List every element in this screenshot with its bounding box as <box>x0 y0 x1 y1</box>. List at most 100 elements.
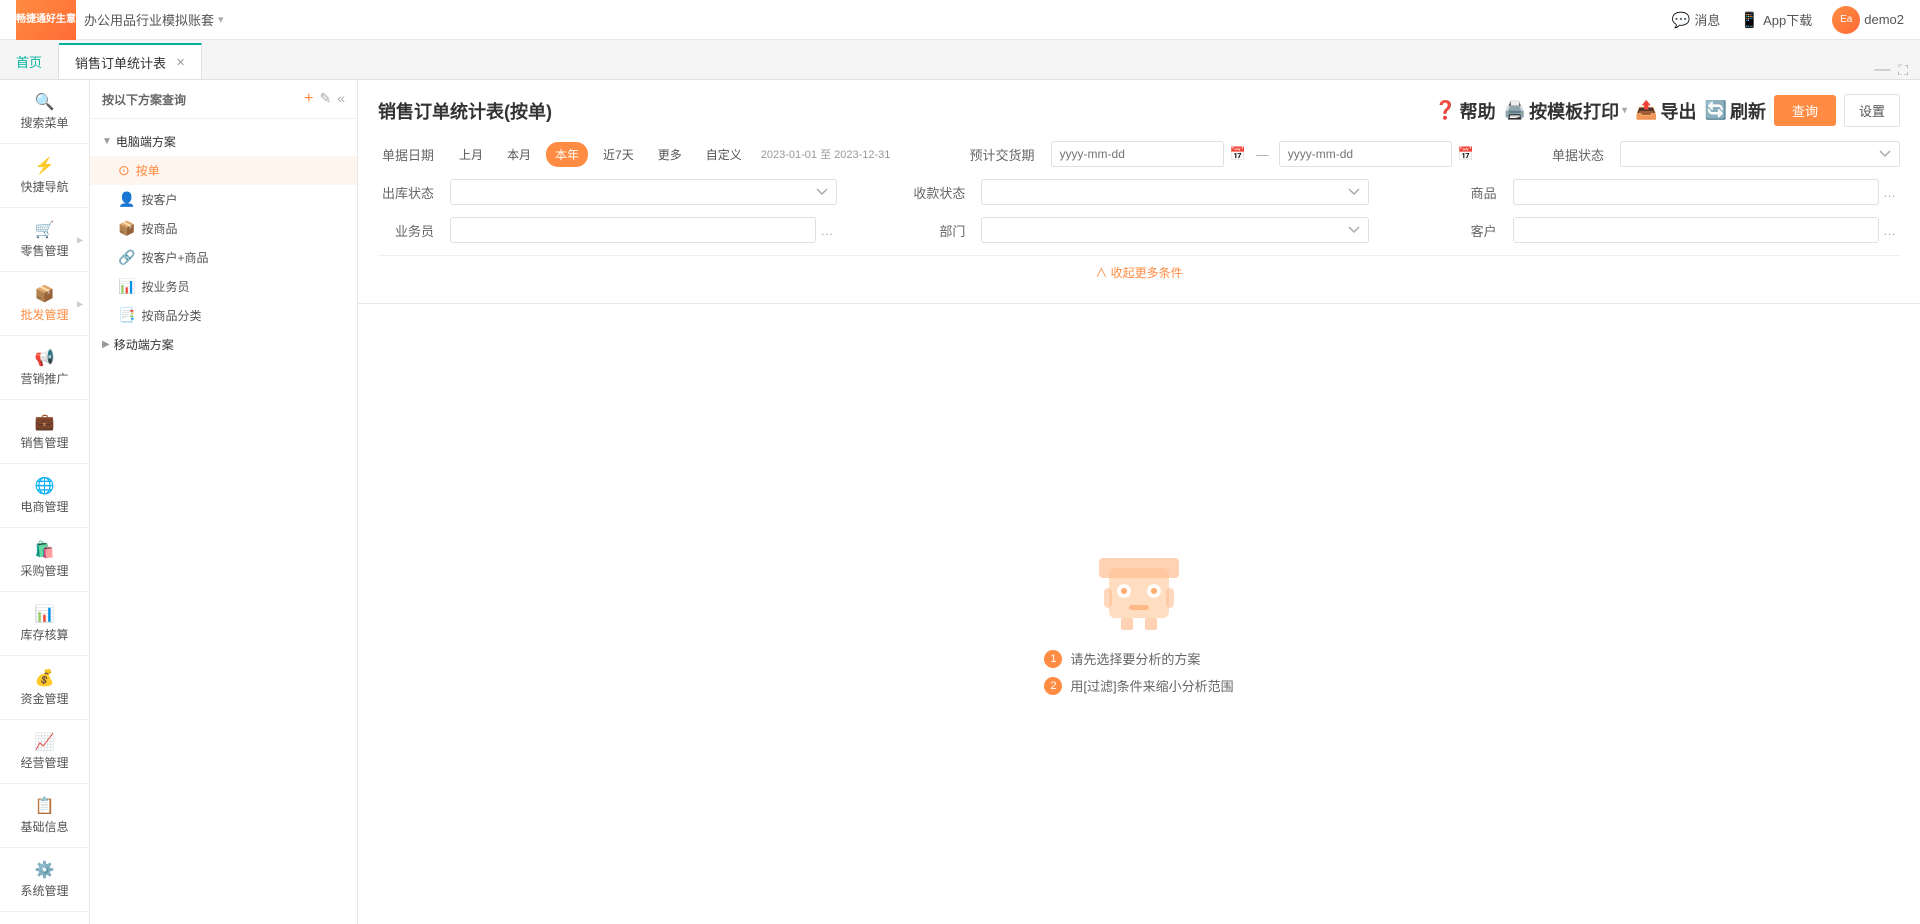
sidebar-item-search-menu[interactable]: 🔍 搜索菜单 <box>0 80 89 144</box>
collapse-panel-btn[interactable]: « <box>337 90 345 108</box>
sidebar-item-marketing[interactable]: 📢 营销推广 <box>0 336 89 400</box>
print-label: 按模板打印 <box>1529 98 1619 124</box>
add-scheme-btn[interactable]: + <box>304 90 313 108</box>
tip-num-1: 1 <box>1044 650 1062 668</box>
delivery-status-select[interactable] <box>450 179 837 205</box>
sidebar-item-label-finance: 资金管理 <box>20 690 68 707</box>
calendar-from-icon[interactable]: 📅 <box>1230 146 1246 162</box>
scheme-item-by-customer[interactable]: 👤 按客户 <box>90 185 357 214</box>
empty-svg <box>1079 533 1199 633</box>
edit-scheme-btn[interactable]: ✎ <box>319 90 331 108</box>
customer-input[interactable] <box>1513 217 1879 243</box>
help-btn[interactable]: ❓ 帮助 <box>1434 98 1495 124</box>
date-to-input[interactable] <box>1279 141 1452 167</box>
sidebar-item-quick-nav[interactable]: ⚡ 快捷导航 <box>0 144 89 208</box>
export-btn[interactable]: 📤 导出 <box>1635 98 1696 124</box>
calendar-to-icon[interactable]: 📅 <box>1458 146 1474 162</box>
date-btn-last-month[interactable]: 上月 <box>450 142 492 167</box>
window-minimize-icon[interactable]: — <box>1874 61 1890 79</box>
by-order-icon: ⊙ <box>118 162 130 179</box>
order-status-select[interactable] <box>1620 141 1900 167</box>
refresh-icon: 🔄 <box>1705 100 1727 121</box>
ecommerce-icon: 🌐 <box>35 476 55 496</box>
topbar-left: 畅捷通好生意 办公用品行业模拟账套 ▾ <box>16 0 224 40</box>
sidebar-item-system[interactable]: ⚙️ 系统管理 <box>0 848 89 912</box>
salesperson-input[interactable] <box>450 217 816 243</box>
search-menu-icon: 🔍 <box>35 92 55 112</box>
goods-more-btn[interactable]: … <box>1879 185 1900 200</box>
retail-icon: 🛒 <box>35 220 55 240</box>
tab-home[interactable]: 首页 <box>0 43 59 79</box>
finance-icon: 💰 <box>35 668 55 688</box>
query-button[interactable]: 查询 <box>1774 95 1836 126</box>
sidebar-item-inventory[interactable]: 📊 库存核算 <box>0 592 89 656</box>
refresh-btn[interactable]: 🔄 刷新 <box>1705 98 1766 124</box>
sidebar-item-label-system: 系统管理 <box>20 882 68 899</box>
print-icon: 🖨️ <box>1504 100 1526 121</box>
date-btn-this-month[interactable]: 本月 <box>498 142 540 167</box>
date-btn-custom[interactable]: 自定义 <box>697 142 751 167</box>
scheme-group-pc-header[interactable]: ▼ 电脑端方案 <box>90 127 357 156</box>
sidebar-item-operations[interactable]: 📈 经营管理 <box>0 720 89 784</box>
left-panel-title: 按以下方案查询 <box>102 91 186 108</box>
scheme-group-pc-label: 电脑端方案 <box>116 133 176 150</box>
wholesale-icon: 📦 <box>35 284 55 304</box>
settings-button[interactable]: 设置 <box>1844 94 1900 127</box>
empty-illustration <box>1079 533 1199 633</box>
tab-home-label: 首页 <box>16 52 42 71</box>
salesperson-more-btn[interactable]: … <box>816 223 837 238</box>
sidebar-item-finance[interactable]: 💰 资金管理 <box>0 656 89 720</box>
date-from-input[interactable] <box>1051 141 1224 167</box>
scheme-list: ▼ 电脑端方案 ⊙ 按单 👤 按客户 📦 按商品 <box>90 119 357 924</box>
by-customer-icon: 👤 <box>118 191 135 208</box>
goods-input[interactable] <box>1513 179 1879 205</box>
order-status-label: 单据状态 <box>1548 145 1604 164</box>
print-dropdown-icon[interactable]: ▾ <box>1622 105 1627 116</box>
scheme-item-by-customer-product[interactable]: 🔗 按客户+商品 <box>90 243 357 272</box>
sidebar-item-corp-collab[interactable]: 🤝 企业协同 <box>0 912 89 924</box>
sidebar-item-label-ecommerce: 电商管理 <box>20 498 68 515</box>
topbar-dropdown-icon[interactable]: ▾ <box>218 13 224 26</box>
logo-text: 畅捷通好生意 <box>16 13 76 26</box>
page-title-dropdown[interactable]: 办公用品行业模拟账套 ▾ <box>84 10 224 29</box>
empty-state: 1 请先选择要分析的方案 2 用[过滤]条件来缩小分析范围 <box>358 304 1920 924</box>
department-select[interactable] <box>981 217 1368 243</box>
scheme-item-by-salesperson[interactable]: 📊 按业务员 <box>90 272 357 301</box>
date-btn-last-7-days[interactable]: 近7天 <box>594 142 643 167</box>
collapse-filters-btn[interactable]: ∧ 收起更多条件 <box>378 255 1900 289</box>
scheme-group-mobile-label: 移动端方案 <box>114 336 174 353</box>
app-download-btn[interactable]: 📱 App下载 <box>1740 10 1812 29</box>
message-btn[interactable]: 💬 消息 <box>1672 10 1721 29</box>
topbar-right: 💬 消息 📱 App下载 Ea demo2 <box>1672 6 1904 34</box>
marketing-icon: 📢 <box>35 348 55 368</box>
sidebar-item-label-retail: 零售管理 <box>20 242 68 259</box>
scheme-item-by-product-category[interactable]: 📑 按商品分类 <box>90 301 357 330</box>
tab-sales-order-stats[interactable]: 销售订单统计表 ✕ <box>59 43 202 79</box>
sidebar-item-wholesale[interactable]: 📦 批发管理 <box>0 272 89 336</box>
date-btn-more[interactable]: 更多 <box>649 142 691 167</box>
date-filter: 上月 本月 本年 近7天 更多 自定义 2023-01-01 至 2023-12… <box>450 142 890 167</box>
customer-label: 客户 <box>1441 221 1497 240</box>
sidebar-item-base-info[interactable]: 📋 基础信息 <box>0 784 89 848</box>
date-btn-this-year[interactable]: 本年 <box>546 142 588 167</box>
tab-close-icon[interactable]: ✕ <box>176 56 185 69</box>
sidebar-item-procurement[interactable]: 🛍️ 采购管理 <box>0 528 89 592</box>
user-profile[interactable]: Ea demo2 <box>1832 6 1904 34</box>
scheme-group-mobile-header[interactable]: ▶ 移动端方案 <box>90 330 357 359</box>
department-label: 部门 <box>909 221 965 240</box>
sidebar-item-ecommerce[interactable]: 🌐 电商管理 <box>0 464 89 528</box>
print-btn[interactable]: 🖨️ 按模板打印 ▾ <box>1504 98 1627 124</box>
content-area: 按以下方案查询 + ✎ « ▼ 电脑端方案 ⊙ 按单 <box>90 80 1920 924</box>
filter-area-title-row: 销售订单统计表(按单) ❓ 帮助 🖨️ 按模板打印 ▾ 📤 <box>378 94 1900 127</box>
scheme-item-by-product[interactable]: 📦 按商品 <box>90 214 357 243</box>
salesperson-label: 业务员 <box>378 221 434 240</box>
inventory-icon: 📊 <box>35 604 55 624</box>
scheme-group-pc: ▼ 电脑端方案 ⊙ 按单 👤 按客户 📦 按商品 <box>90 127 357 330</box>
quick-nav-icon: ⚡ <box>35 156 55 176</box>
window-maximize-icon[interactable]: ⛶ <box>1898 62 1908 79</box>
sidebar-item-retail[interactable]: 🛒 零售管理 <box>0 208 89 272</box>
sidebar-item-sales[interactable]: 💼 销售管理 <box>0 400 89 464</box>
scheme-item-by-order[interactable]: ⊙ 按单 <box>90 156 357 185</box>
receipt-status-select[interactable] <box>981 179 1368 205</box>
customer-more-btn[interactable]: … <box>1879 223 1900 238</box>
